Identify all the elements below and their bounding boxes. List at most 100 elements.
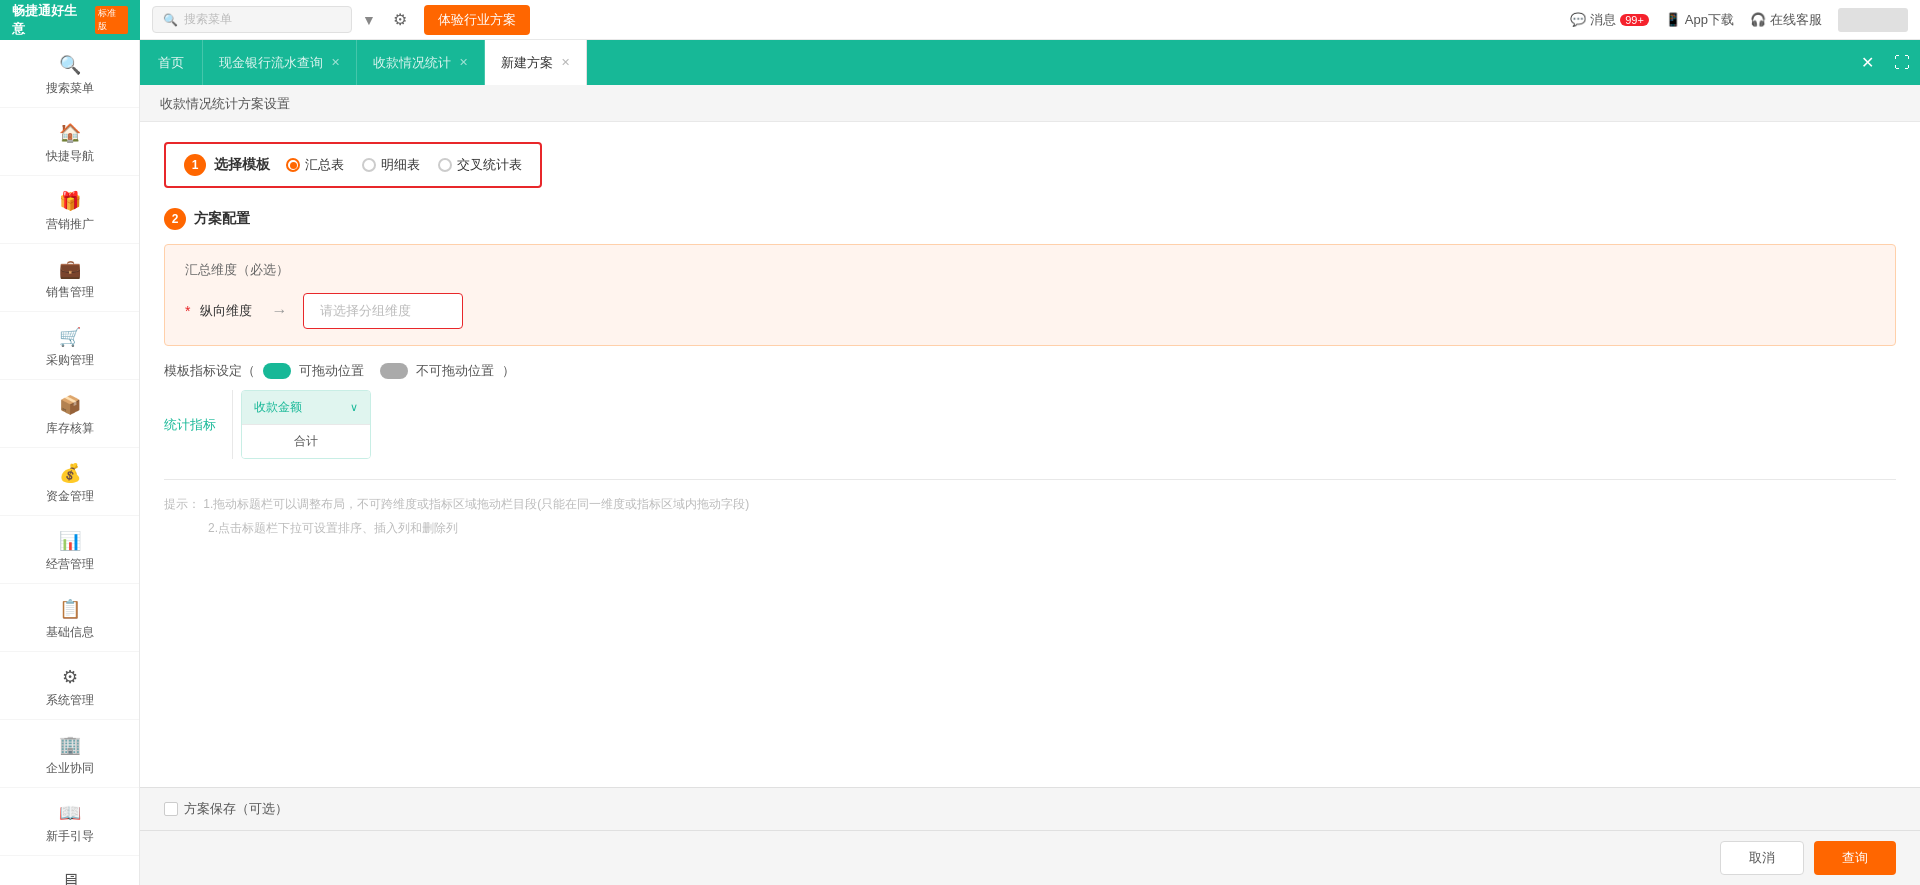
- logo: 畅捷通好生意 标准版: [0, 0, 140, 40]
- purchase-icon: 🛒: [59, 326, 81, 348]
- notification-badge: 99+: [1620, 14, 1649, 26]
- sidebar-item-home[interactable]: 🏠 快捷导航: [0, 108, 139, 176]
- sidebar-label-inventory: 库存核算: [46, 420, 94, 437]
- step2-section: 2 方案配置 汇总维度（必选） * 纵向维度 →: [164, 208, 1896, 540]
- tab-receipts-label: 收款情况统计: [373, 54, 451, 72]
- window-maximize-button[interactable]: ⛶: [1884, 40, 1920, 85]
- breadcrumb-text: 收款情况统计方案设置: [160, 96, 290, 111]
- page-content: 收款情况统计方案设置 1 选择模板: [140, 85, 1920, 830]
- sidebar-label-purchase: 采购管理: [46, 352, 94, 369]
- tab-cashflow-label: 现金银行流水查询: [219, 54, 323, 72]
- tab-home[interactable]: 首页: [140, 40, 203, 85]
- online-service[interactable]: 🎧 在线客服: [1750, 11, 1822, 29]
- metrics-total-cell: 合计: [242, 424, 370, 458]
- step1-num-text: 1: [192, 158, 199, 172]
- radio-detail[interactable]: 明细表: [362, 156, 420, 174]
- dimension-select[interactable]: 请选择分组维度: [303, 293, 463, 329]
- radio-detail-circle: [362, 158, 376, 172]
- sidebar-item-guide[interactable]: 📖 新手引导: [0, 788, 139, 856]
- total-cell-label: 合计: [294, 434, 318, 448]
- fixed-indicator: [380, 363, 408, 379]
- sidebar: 🔍 搜索菜单 🏠 快捷导航 🎁 营销推广 💼 销售管理 🛒 采购管理 📦: [0, 40, 140, 885]
- notification[interactable]: 💬 消息 99+: [1570, 11, 1649, 29]
- metrics-section-label: 模板指标设定（: [164, 362, 255, 380]
- hardware-icon: 🖥: [61, 870, 79, 885]
- app-download-label: App下载: [1685, 11, 1734, 29]
- radio-cross[interactable]: 交叉统计表: [438, 156, 522, 174]
- sidebar-item-basic-info[interactable]: 📋 基础信息: [0, 584, 139, 652]
- metrics-table: 收款金额 ∨ 合计: [241, 390, 371, 459]
- step2-number: 2: [164, 208, 186, 230]
- sales-icon: 💼: [59, 258, 81, 280]
- template-selection-box: 1 选择模板 汇总表: [164, 142, 542, 188]
- dropdown-arrow-icon: ∨: [350, 401, 358, 414]
- tips-section: 提示： 1.拖动标题栏可以调整布局，不可跨维度或指标区域拖动栏目段(只能在同一维…: [164, 492, 1896, 540]
- sidebar-label-operations: 经营管理: [46, 556, 94, 573]
- tab-receipts[interactable]: 收款情况统计 ✕: [357, 40, 485, 85]
- fixed-label: 不可拖动位置: [416, 362, 494, 380]
- guide-icon: 📖: [59, 802, 81, 824]
- metrics-header-cell[interactable]: 收款金额 ∨: [242, 391, 370, 424]
- tab-new-plan-close[interactable]: ✕: [561, 56, 570, 69]
- tab-receipts-close[interactable]: ✕: [459, 56, 468, 69]
- sidebar-item-system[interactable]: ⚙ 系统管理: [0, 652, 139, 720]
- step1-number: 1: [184, 154, 206, 176]
- tab-cashflow-close[interactable]: ✕: [331, 56, 340, 69]
- sidebar-item-marketing[interactable]: 🎁 营销推广: [0, 176, 139, 244]
- tip-line2: 2.点击标题栏下拉可设置排序、插入列和删除列: [164, 516, 1896, 540]
- save-plan-checkbox-label[interactable]: 方案保存（可选）: [164, 800, 1896, 818]
- tab-new-plan[interactable]: 新建方案 ✕: [485, 40, 587, 85]
- save-label: 方案保存（可选）: [184, 800, 288, 818]
- dropdown-icon[interactable]: ▼: [362, 12, 376, 28]
- window-close-button[interactable]: ✕: [1851, 40, 1884, 85]
- sidebar-item-finance[interactable]: 💰 资金管理: [0, 448, 139, 516]
- radio-summary-label: 汇总表: [305, 156, 344, 174]
- search-icon: 🔍: [163, 13, 178, 27]
- radio-detail-label: 明细表: [381, 156, 420, 174]
- radio-cross-circle: [438, 158, 452, 172]
- radio-cross-label: 交叉统计表: [457, 156, 522, 174]
- user-avatar[interactable]: [1838, 8, 1908, 32]
- step1-title: 选择模板: [214, 156, 270, 174]
- sidebar-item-search[interactable]: 🔍 搜索菜单: [0, 40, 139, 108]
- sidebar-label-finance: 资金管理: [46, 488, 94, 505]
- dimension-label: 汇总维度（必选）: [185, 261, 1875, 279]
- sidebar-item-hardware[interactable]: 🖥 智能硬件: [0, 856, 139, 885]
- search-input[interactable]: 🔍 搜索菜单: [152, 6, 352, 33]
- logo-badge: 标准版: [95, 6, 128, 34]
- query-button[interactable]: 查询: [1814, 841, 1896, 875]
- dimension-name: 纵向维度: [200, 302, 255, 320]
- sidebar-item-inventory[interactable]: 📦 库存核算: [0, 380, 139, 448]
- sidebar-label-search: 搜索菜单: [46, 80, 94, 97]
- tab-cashflow[interactable]: 现金银行流水查询 ✕: [203, 40, 357, 85]
- gear-button[interactable]: ⚙: [386, 6, 414, 34]
- sidebar-item-operations[interactable]: 📊 经营管理: [0, 516, 139, 584]
- sidebar-item-sales[interactable]: 💼 销售管理: [0, 244, 139, 312]
- tip-line1: 提示： 1.拖动标题栏可以调整布局，不可跨维度或指标区域拖动栏目段(只能在同一维…: [164, 492, 1896, 516]
- save-plan-checkbox[interactable]: [164, 802, 178, 816]
- notification-icon: 💬: [1570, 12, 1586, 27]
- inventory-icon: 📦: [59, 394, 81, 416]
- required-mark: *: [185, 303, 190, 319]
- sidebar-label-guide: 新手引导: [46, 828, 94, 845]
- sidebar-item-corp[interactable]: 🏢 企业协同: [0, 720, 139, 788]
- step2-title: 方案配置: [194, 210, 250, 228]
- app-download[interactable]: 📱 App下载: [1665, 11, 1734, 29]
- sidebar-label-home: 快捷导航: [46, 148, 94, 165]
- footer-area: 方案保存（可选）: [140, 787, 1920, 830]
- sidebar-label-corp: 企业协同: [46, 760, 94, 777]
- logo-text: 畅捷通好生意: [12, 2, 89, 38]
- finance-icon: 💰: [59, 462, 81, 484]
- search-menu-icon: 🔍: [59, 54, 81, 76]
- arrow-icon: →: [271, 302, 287, 320]
- dimension-placeholder: 请选择分组维度: [320, 303, 411, 318]
- corp-icon: 🏢: [59, 734, 81, 756]
- metrics-category-label: 统计指标: [164, 390, 233, 459]
- trial-button[interactable]: 体验行业方案: [424, 5, 530, 35]
- dimension-area: 汇总维度（必选） * 纵向维度 → 请选择分组维度: [164, 244, 1896, 346]
- system-icon: ⚙: [62, 666, 78, 688]
- cancel-button[interactable]: 取消: [1720, 841, 1804, 875]
- service-icon: 🎧: [1750, 12, 1766, 27]
- radio-summary[interactable]: 汇总表: [286, 156, 344, 174]
- sidebar-item-purchase[interactable]: 🛒 采购管理: [0, 312, 139, 380]
